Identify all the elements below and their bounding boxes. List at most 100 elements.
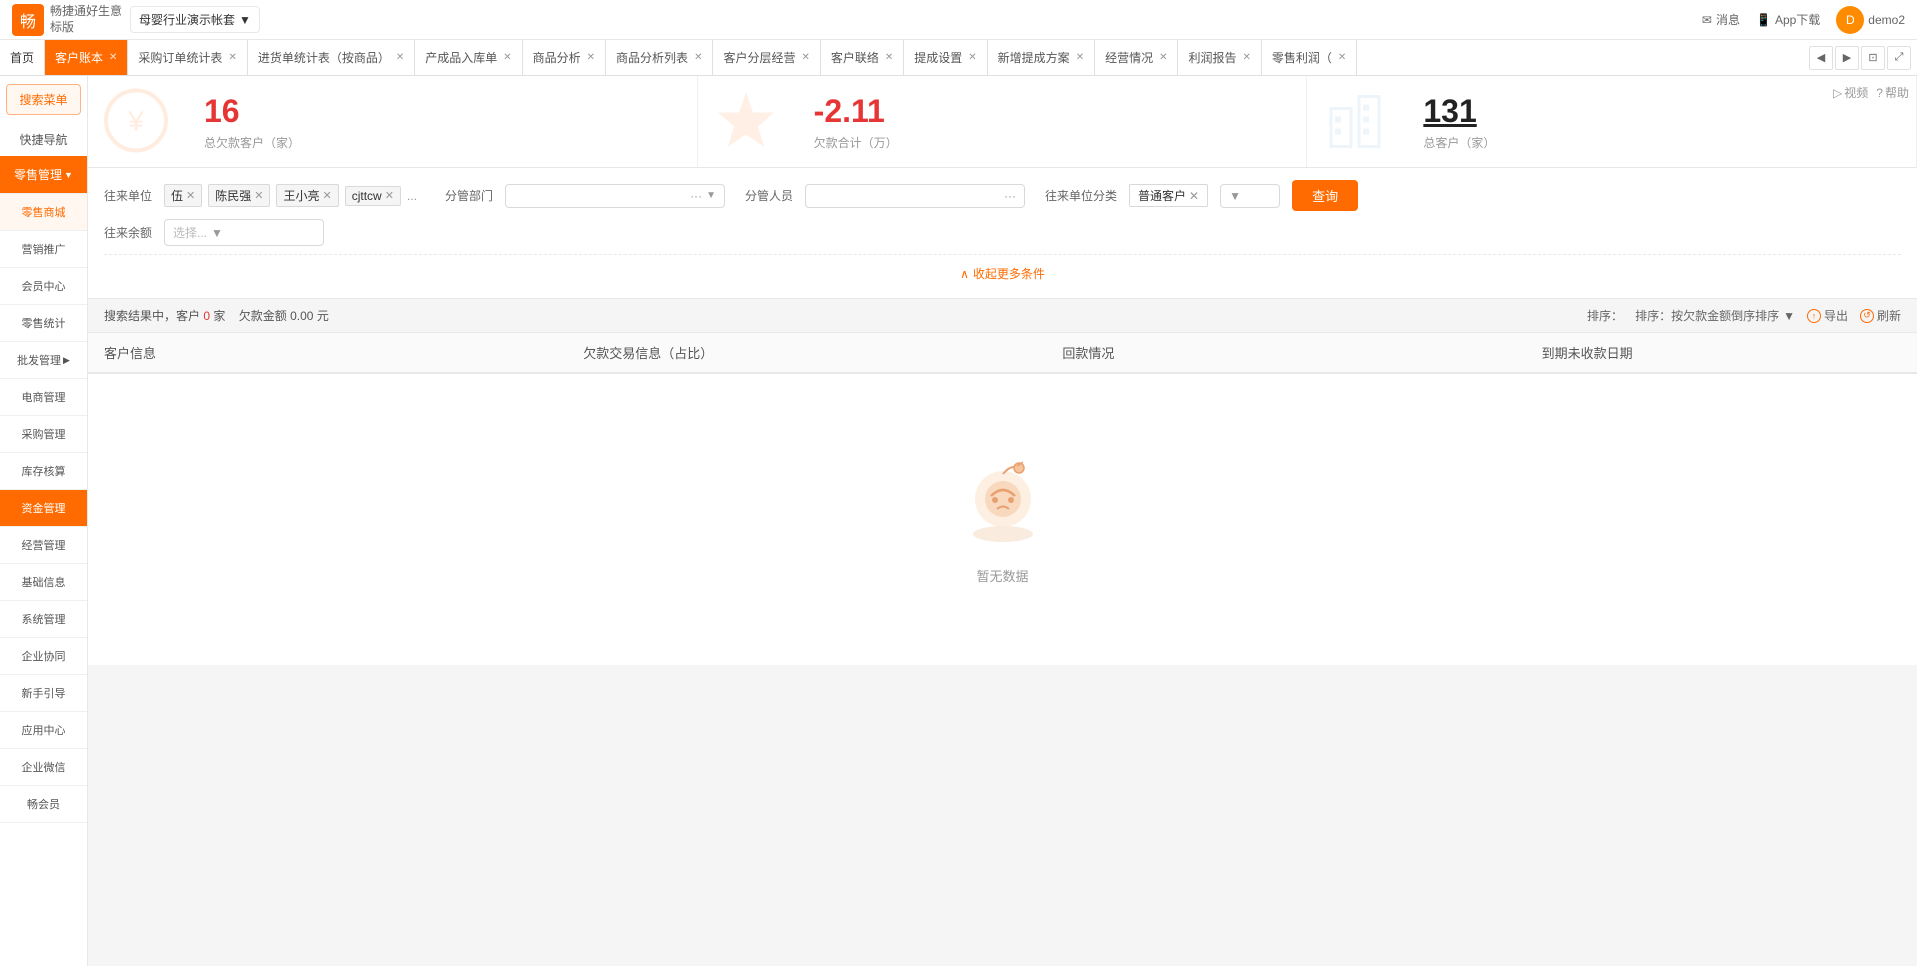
sort-selector[interactable]: 排序：按欠款金额倒序排序 ▼	[1635, 307, 1795, 324]
tabs-fullscreen[interactable]: ⤢	[1887, 46, 1911, 70]
message-button[interactable]: ✉ 消息	[1702, 11, 1740, 28]
tab-product-analysis[interactable]: 商品分析 ✕	[523, 40, 606, 76]
tab-customer-accounts[interactable]: 客户账本 ✕	[45, 40, 128, 76]
close-icon[interactable]: ✕	[503, 52, 511, 63]
account-selector[interactable]: 母婴行业演示帐套 ▼	[130, 6, 260, 33]
stat-credit-customers-value: 16	[204, 92, 300, 130]
remove-cjttcw-tag[interactable]: ✕	[385, 189, 394, 202]
close-icon[interactable]: ✕	[694, 52, 702, 63]
close-icon[interactable]: ✕	[801, 52, 809, 63]
close-icon[interactable]: ✕	[1338, 52, 1346, 63]
question-icon: ?	[1876, 86, 1883, 100]
sidebar-item-basic-info[interactable]: 基础信息	[0, 564, 87, 601]
sidebar-item-purchase[interactable]: 采购管理	[0, 416, 87, 453]
query-button[interactable]: 查询	[1292, 180, 1358, 211]
stat-credit-total: -2.11 欠款合计（万）	[698, 76, 1308, 167]
tab-product-analysis-label: 商品分析	[533, 49, 581, 66]
tab-product-analysis-list[interactable]: 商品分析列表 ✕	[606, 40, 713, 76]
sidebar-item-retail-mall[interactable]: 零售商城	[0, 194, 87, 231]
filter-more-tags[interactable]: ...	[407, 189, 417, 203]
export-icon: ↑	[1807, 309, 1821, 323]
search-menu-button[interactable]: 搜索菜单	[6, 84, 81, 115]
collapse-button[interactable]: ∧ 收起更多条件	[104, 261, 1901, 286]
col-customer-info: 客户信息	[104, 343, 583, 362]
filter-tags: 伍 ✕ 陈民强 ✕ 王小亮 ✕ cjttcw ✕ ...	[164, 184, 417, 207]
sidebar-item-operations[interactable]: 经营管理	[0, 527, 87, 564]
sidebar-item-app-center[interactable]: 应用中心	[0, 712, 87, 749]
close-icon[interactable]: ✕	[1243, 52, 1251, 63]
tab-home[interactable]: 首页	[0, 40, 45, 76]
remove-wangxiaoliang-tag[interactable]: ✕	[323, 189, 332, 202]
tab-customer-contact[interactable]: 客户联络 ✕	[821, 40, 904, 76]
tabs-scroll-right[interactable]: ▶	[1835, 46, 1859, 70]
sidebar-item-quick-nav[interactable]: 快捷导航	[0, 123, 87, 156]
category-filter-label: 往来单位分类	[1045, 187, 1117, 204]
tab-retail-profit[interactable]: 零售利润（ ✕	[1262, 40, 1357, 76]
balance-filter-select[interactable]: 选择... ▼	[164, 219, 324, 246]
close-icon[interactable]: ✕	[1159, 52, 1167, 63]
close-icon[interactable]: ✕	[228, 52, 236, 63]
main-layout: 搜索菜单 快捷导航 零售管理 ▼ 零售商城 营销推广 会员中心 零售统计 批发管…	[0, 76, 1917, 966]
result-count: 0	[203, 309, 210, 323]
tab-promotions[interactable]: 提成设置 ✕	[904, 40, 987, 76]
sidebar-item-guide[interactable]: 新手引导	[0, 675, 87, 712]
sidebar-item-retail[interactable]: 零售管理 ▼	[0, 156, 87, 194]
close-icon[interactable]: ✕	[1076, 52, 1084, 63]
person-filter-select[interactable]: ···	[805, 184, 1025, 208]
collapse-row: ∧ 收起更多条件	[104, 254, 1901, 286]
avatar: D	[1836, 6, 1864, 34]
sidebar-item-marketing[interactable]: 营销推广	[0, 231, 87, 268]
sidebar-item-enterprise[interactable]: 企业协同	[0, 638, 87, 675]
sidebar-item-retail-stats[interactable]: 零售统计	[0, 305, 87, 342]
sidebar-item-corp-wechat[interactable]: 企业微信	[0, 749, 87, 786]
tab-new-plan[interactable]: 新增提成方案 ✕	[988, 40, 1095, 76]
sidebar-item-inventory[interactable]: 库存核算	[0, 453, 87, 490]
app-download-button[interactable]: 📱 App下载	[1756, 11, 1820, 28]
remove-category-tag[interactable]: ✕	[1189, 189, 1199, 203]
sidebar-item-system[interactable]: 系统管理	[0, 601, 87, 638]
sidebar-item-ecommerce[interactable]: 电商管理	[0, 379, 87, 416]
top-header: 畅 畅捷通好生意标版 母婴行业演示帐套 ▼ ✉ 消息 📱 App下载 D dem…	[0, 0, 1917, 40]
remove-wu-tag[interactable]: ✕	[186, 189, 195, 202]
tab-purchase-stats[interactable]: 采购订单统计表 ✕	[128, 40, 247, 76]
play-icon: ▷	[1833, 86, 1842, 100]
close-icon[interactable]: ✕	[885, 52, 893, 63]
sidebar-item-wholesale[interactable]: 批发管理 ▶	[0, 342, 87, 379]
result-actions: 排序： 排序：按欠款金额倒序排序 ▼ ↑ 导出 ↺ 刷新	[1587, 307, 1901, 324]
close-icon[interactable]: ✕	[587, 52, 595, 63]
tab-operations[interactable]: 经营情况 ✕	[1095, 40, 1178, 76]
tab-profit-report[interactable]: 利润报告 ✕	[1178, 40, 1261, 76]
export-button[interactable]: ↑ 导出	[1807, 307, 1848, 324]
filter-tag-cjttcw: cjttcw ✕	[345, 186, 401, 206]
sidebar-item-member[interactable]: 会员中心	[0, 268, 87, 305]
stats-bar: ¥ 16 总欠款客户（家） -2.11 欠款合计（万）	[88, 76, 1917, 168]
video-help-button[interactable]: ▷ 视频	[1833, 84, 1868, 101]
refresh-button[interactable]: ↺ 刷新	[1860, 307, 1901, 324]
close-icon[interactable]: ✕	[396, 52, 404, 63]
tabs-scroll-left[interactable]: ◀	[1809, 46, 1833, 70]
tab-customer-tiering[interactable]: 客户分层经营 ✕	[713, 40, 820, 76]
close-icon[interactable]: ✕	[109, 52, 117, 63]
remove-chenminqiang-tag[interactable]: ✕	[254, 189, 263, 202]
tabs-expand[interactable]: ⊡	[1861, 46, 1885, 70]
close-icon[interactable]: ✕	[968, 52, 976, 63]
sidebar-item-vip[interactable]: 畅会员	[0, 786, 87, 823]
header-right: ✉ 消息 📱 App下载 D demo2	[1702, 6, 1905, 34]
stat-credit-total-label: 欠款合计（万）	[814, 134, 898, 151]
dept-filter-label: 分管部门	[445, 187, 493, 204]
tab-inbound-stats[interactable]: 进货单统计表（按商品） ✕	[248, 40, 415, 76]
dept-filter-select[interactable]: ··· ▼	[505, 184, 725, 208]
stat-credit-customers-label: 总欠款客户（家）	[204, 134, 300, 151]
filter-tag-chenminqiang: 陈民强 ✕	[208, 184, 270, 207]
refresh-icon: ↺	[1860, 309, 1874, 323]
chevron-down-icon: ▼	[211, 226, 223, 240]
sidebar-item-finance[interactable]: 资金管理	[0, 490, 87, 527]
filter-row-2: 往来余额 选择... ▼	[104, 219, 1901, 246]
help-button[interactable]: ? 帮助	[1876, 84, 1909, 101]
tab-product-entry[interactable]: 产成品入库单 ✕	[415, 40, 522, 76]
category-filter-dropdown[interactable]: ▼	[1220, 184, 1280, 208]
table-container: 客户信息 欠款交易信息（占比） 回款情况 到期未收款日期	[88, 333, 1917, 665]
sidebar-search-area: 搜索菜单	[0, 76, 87, 123]
user-menu[interactable]: D demo2	[1836, 6, 1905, 34]
tab-home-label: 首页	[10, 49, 34, 66]
